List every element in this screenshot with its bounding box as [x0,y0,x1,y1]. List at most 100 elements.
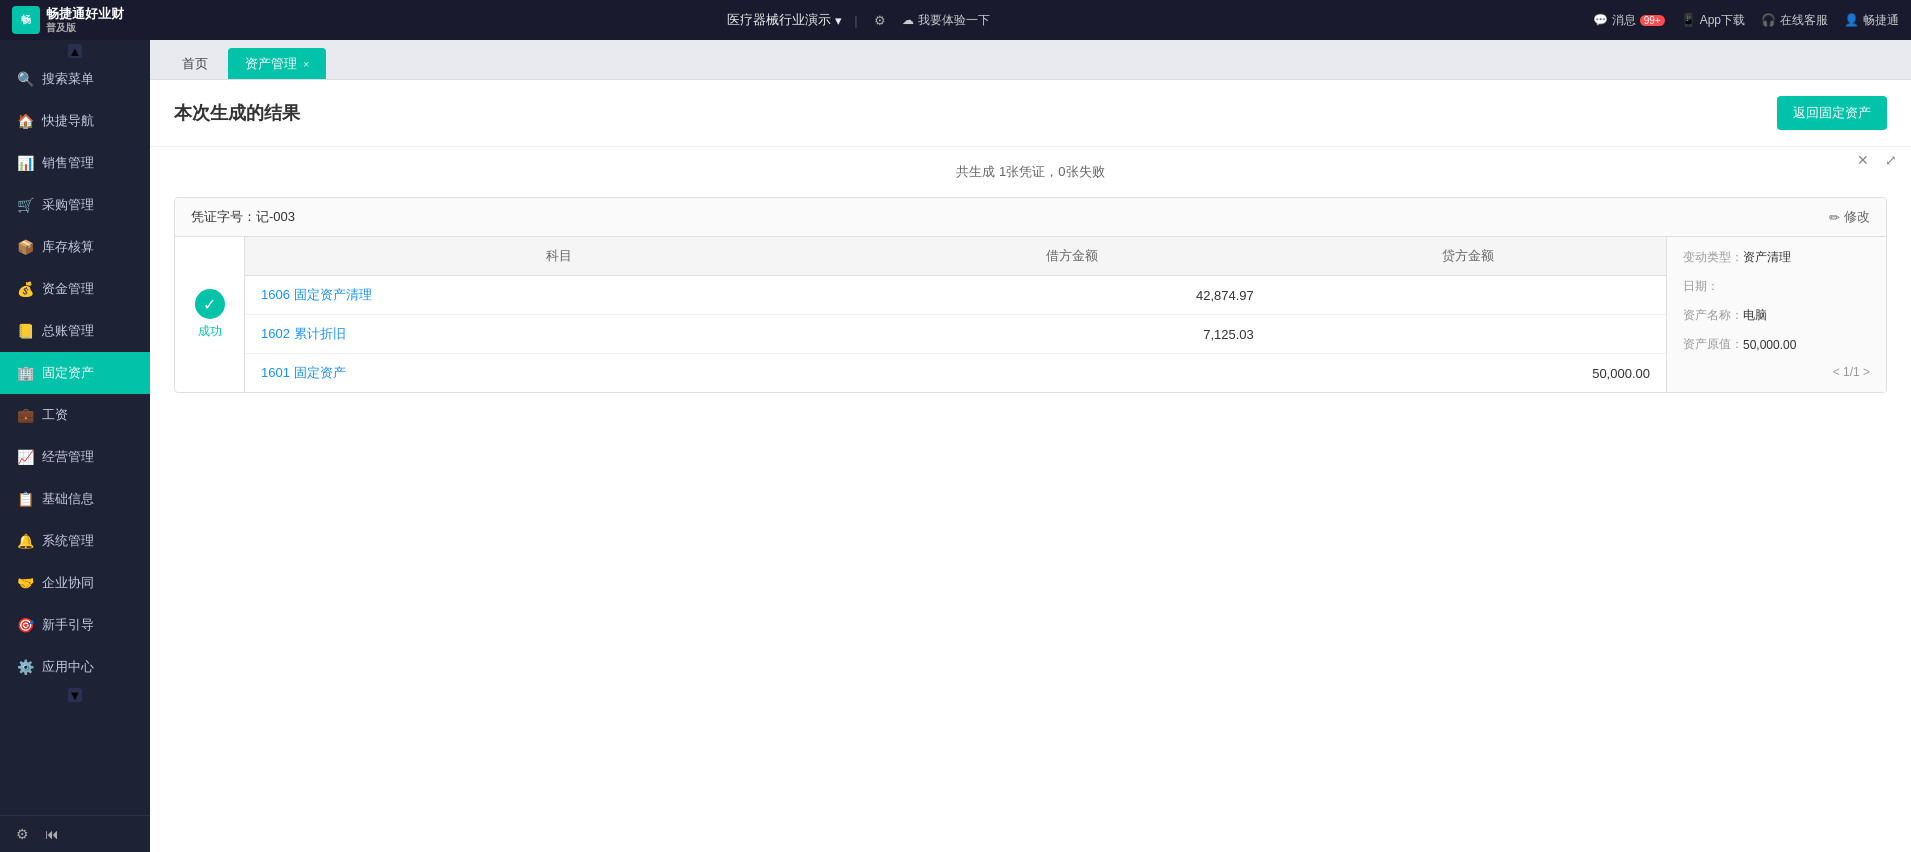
info-pagination[interactable]: < 1/1 > [1683,365,1870,379]
messages-badge: 99+ [1640,15,1665,26]
change-type-row: 变动类型： 资产清理 [1683,249,1870,266]
settings-bottom-icon[interactable]: ⚙ [16,826,29,842]
headset-icon: 🎧 [1761,13,1776,27]
topbar-left: 畅 畅捷通好业财 普及版 [12,6,124,34]
sidebar-item-beginner[interactable]: 🎯 新手引导 [0,604,150,646]
sidebar-item-label: 企业协同 [42,574,94,592]
search-icon: 🔍 [16,70,34,88]
panel-controls: ✕ ⤢ [1843,140,1911,180]
credit-1 [1270,276,1666,315]
sidebar-item-label: 工资 [42,406,68,424]
chart-icon: 📊 [16,154,34,172]
page-content: ✕ ⤢ 本次生成的结果 返回固定资产 共生成 1张凭证，0张失败 凭证字号：记-… [150,80,1911,852]
sidebar-item-label: 基础信息 [42,490,94,508]
tab-asset-mgmt[interactable]: 资产管理 × [228,48,326,79]
sidebar-item-enterprise[interactable]: 🤝 企业协同 [0,562,150,604]
status-text: 成功 [198,323,222,340]
sidebar-item-payroll[interactable]: 💼 工资 [0,394,150,436]
sidebar-scroll-up[interactable]: ▲ [0,40,150,58]
sidebar-item-label: 快捷导航 [42,112,94,130]
sidebar-item-fixed-assets[interactable]: 🏢 固定资产 [0,352,150,394]
chevron-down-icon: ▾ [835,13,842,28]
target-icon: 🎯 [16,616,34,634]
sidebar-item-quick-nav[interactable]: 🏠 快捷导航 [0,100,150,142]
sidebar-item-label: 系统管理 [42,532,94,550]
table-row: 1602 累计折旧 7,125.03 [245,315,1666,354]
main-layout: ▲ 🔍 搜索菜单 🏠 快捷导航 📊 销售管理 🛒 采购管理 📦 库存核算 💰 资… [0,40,1911,852]
messages-btn[interactable]: 💬 消息 99+ [1593,12,1665,29]
table-row: 1606 固定资产清理 42,874.97 [245,276,1666,315]
subject-2[interactable]: 1602 累计折旧 [245,315,874,354]
tab-close-icon[interactable]: × [303,58,309,70]
close-panel-btn[interactable]: ✕ [1851,148,1875,172]
experience-label: 我要体验一下 [918,12,990,29]
scroll-down-icon[interactable]: ▼ [68,688,82,702]
asset-name-row: 资产名称： 电脑 [1683,307,1870,324]
subject-3[interactable]: 1601 固定资产 [245,354,874,393]
bell-icon: 🔔 [16,532,34,550]
tab-bar: 首页 资产管理 × [150,40,1911,80]
page-title: 本次生成的结果 [174,101,300,125]
th-subject: 科目 [245,237,874,276]
sidebar-item-system[interactable]: 🔔 系统管理 [0,520,150,562]
sidebar-item-capital[interactable]: 💰 资金管理 [0,268,150,310]
date-label: 日期： [1683,278,1743,295]
handshake-icon: 🤝 [16,574,34,592]
divider: | [854,13,857,28]
app-download-btn[interactable]: 📱 App下载 [1681,12,1745,29]
experience-btn[interactable]: ☁ 我要体验一下 [902,12,990,29]
sidebar-item-inventory[interactable]: 📦 库存核算 [0,226,150,268]
voucher-edit-btn[interactable]: ✏ 修改 [1829,208,1870,226]
credit-2 [1270,315,1666,354]
expand-panel-btn[interactable]: ⤢ [1879,148,1903,172]
home-icon: 🏠 [16,112,34,130]
sidebar-item-operations[interactable]: 📈 经营管理 [0,436,150,478]
sidebar-item-search[interactable]: 🔍 搜索菜单 [0,58,150,100]
collapse-icon[interactable]: ⏮ [45,826,59,842]
return-button[interactable]: 返回固定资产 [1777,96,1887,130]
info-panel: 变动类型： 资产清理 日期： 资产名称： 电脑 资产原值： [1666,237,1886,392]
logo-char: 畅 [21,13,31,27]
customer-service-label: 在线客服 [1780,12,1828,29]
sidebar-item-app-center[interactable]: ⚙️ 应用中心 [0,646,150,688]
sidebar-item-purchase[interactable]: 🛒 采购管理 [0,184,150,226]
table-head: 科目 借方金额 贷方金额 [245,237,1666,276]
tab-home[interactable]: 首页 [166,49,224,79]
sidebar-item-label: 库存核算 [42,238,94,256]
page-header: 本次生成的结果 返回固定资产 [150,80,1911,147]
cart-icon: 🛒 [16,196,34,214]
content-area: 首页 资产管理 × ✕ ⤢ 本次生成的结果 返回固定资产 [150,40,1911,852]
table-row: 1601 固定资产 50,000.00 [245,354,1666,393]
app-download-label: App下载 [1700,12,1745,29]
entries-table: 科目 借方金额 贷方金额 1606 固定资产清理 42,874.97 [245,237,1666,392]
user-btn[interactable]: 👤 畅捷通 [1844,12,1899,29]
table-body: 1606 固定资产清理 42,874.97 1602 累计折旧 7,125.03 [245,276,1666,393]
box-icon: 📦 [16,238,34,256]
trend-icon: 📈 [16,448,34,466]
message-icon: 💬 [1593,13,1608,27]
voucher-status: ✓ 成功 [175,237,245,392]
settings-icon[interactable]: ⚙ [870,10,890,30]
sidebar-item-basic-info[interactable]: 📋 基础信息 [0,478,150,520]
sidebar-item-sales[interactable]: 📊 销售管理 [0,142,150,184]
company-selector[interactable]: 医疗器械行业演示 ▾ [727,11,842,29]
tab-asset-mgmt-label: 资产管理 [245,55,297,73]
logo-text: 畅捷通好业财 普及版 [46,6,124,34]
sidebar-scroll-down[interactable]: ▼ [0,688,150,706]
topbar: 畅 畅捷通好业财 普及版 医疗器械行业演示 ▾ | ⚙ ☁ 我要体验一下 💬 消… [0,0,1911,40]
th-credit: 贷方金额 [1270,237,1666,276]
sidebar-item-ledger[interactable]: 📒 总账管理 [0,310,150,352]
sidebar-item-label: 采购管理 [42,196,94,214]
voucher-number: 凭证字号：记-003 [191,208,295,226]
voucher-section: 凭证字号：记-003 ✏ 修改 ✓ 成功 [174,197,1887,393]
debit-3 [874,354,1270,393]
original-value-row: 资产原值： 50,000.00 [1683,336,1870,353]
subject-1[interactable]: 1606 固定资产清理 [245,276,874,315]
edit-icon: ✏ [1829,210,1840,225]
voucher-table: 科目 借方金额 贷方金额 1606 固定资产清理 42,874.97 [245,237,1666,392]
customer-service-btn[interactable]: 🎧 在线客服 [1761,12,1828,29]
edit-label: 修改 [1844,208,1870,226]
book-icon: 📒 [16,322,34,340]
sidebar-item-label: 应用中心 [42,658,94,676]
scroll-up-icon[interactable]: ▲ [68,44,82,58]
